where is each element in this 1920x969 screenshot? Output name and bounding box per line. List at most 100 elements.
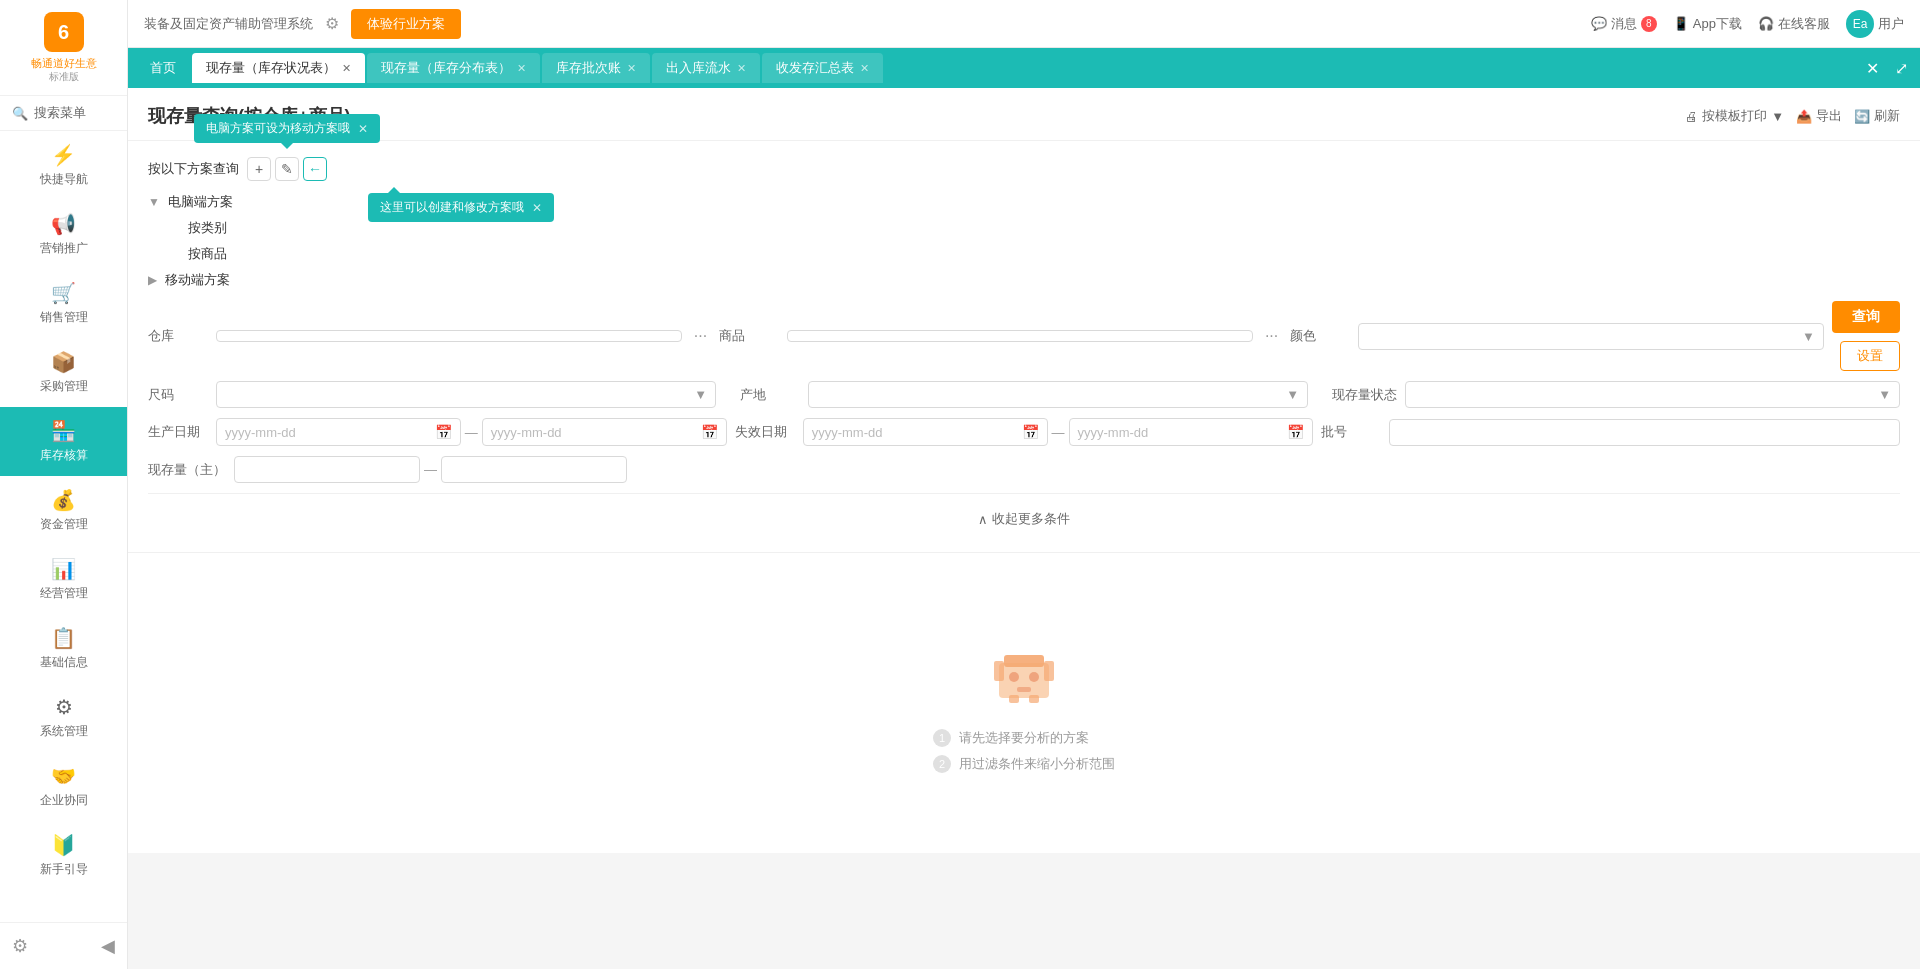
scheme-name-category[interactable]: 按类别 (188, 219, 268, 237)
marketing-icon: 📢 (51, 212, 76, 236)
collapse-row: ∧ 收起更多条件 (148, 493, 1900, 536)
add-scheme-btn[interactable]: + (247, 157, 271, 181)
tab-inout-flow[interactable]: 出入库流水 ✕ (652, 53, 760, 83)
tab-inventory-dist[interactable]: 现存量（库存分布表） ✕ (367, 53, 540, 83)
sidebar-item-purchase[interactable]: 📦 采购管理 (0, 338, 127, 407)
color-select[interactable]: ▼ (1358, 323, 1824, 350)
support-action[interactable]: 🎧 在线客服 (1758, 15, 1830, 33)
warehouse-dots[interactable]: ··· (690, 327, 711, 345)
page-inner: 现存量查询(按仓库+商品) 🖨 按模板打印 ▼ 📤 导出 🔄 刷新 (128, 88, 1920, 853)
sidebar-item-basic[interactable]: 📋 基础信息 (0, 614, 127, 683)
trial-btn[interactable]: 体验行业方案 (351, 9, 461, 39)
app-download-action[interactable]: 📱 App下载 (1673, 15, 1742, 33)
filter-stock-status: 现存量状态 ▼ (1332, 381, 1900, 408)
sidebar-item-system[interactable]: ⚙ 系统管理 (0, 683, 127, 752)
header-right: 💬 消息 8 📱 App下载 🎧 在线客服 Ea 用户 (1591, 10, 1904, 38)
close-all-tabs-icon[interactable]: ✕ (1862, 55, 1883, 82)
sidebar-search[interactable]: 🔍 搜索菜单 (0, 96, 127, 131)
batch-label: 批号 (1321, 423, 1381, 441)
filter-header: 按以下方案查询 + ✎ 电脑方案可设为移动方案哦 ✕ (148, 157, 1900, 181)
warehouse-label: 仓库 (148, 327, 208, 345)
maximize-icon[interactable]: ⤢ (1891, 55, 1912, 82)
empty-hint-2: 2 用过滤条件来缩小分析范围 (933, 755, 1115, 773)
goods-dots[interactable]: ··· (1261, 327, 1282, 345)
sidebar-item-enterprise[interactable]: 🤝 企业协同 (0, 752, 127, 821)
mobile-scheme-label[interactable]: 移动端方案 (165, 271, 245, 289)
svg-rect-2 (994, 661, 1004, 681)
empty-illustration (984, 633, 1064, 713)
sidebar-item-finance[interactable]: 💰 资金管理 (0, 476, 127, 545)
search-button[interactable]: 查询 (1832, 301, 1900, 333)
mobile-scheme-collapse-icon[interactable]: ▶ (148, 273, 157, 287)
tab-receipt-summary[interactable]: 收发存汇总表 ✕ (762, 53, 883, 83)
tab-bar: 首页 现存量（库存状况表） ✕ 现存量（库存分布表） ✕ 库存批次账 ✕ 出入库… (128, 48, 1920, 88)
tab-close-batch-account[interactable]: ✕ (627, 62, 636, 75)
finance-icon: 💰 (51, 488, 76, 512)
calendar-icon-exp-end: 📅 (1287, 424, 1304, 440)
desktop-scheme-label[interactable]: 电脑端方案 (168, 193, 248, 211)
svg-rect-8 (1029, 695, 1039, 703)
hint-num-1: 1 (933, 729, 951, 747)
refresh-btn[interactable]: 🔄 刷新 (1854, 107, 1900, 125)
expiry-date-start[interactable]: yyyy-mm-dd 📅 (803, 418, 1048, 446)
headset-icon: 🎧 (1758, 16, 1774, 31)
sidebar-item-guide[interactable]: 🔰 新手引导 (0, 821, 127, 890)
tab-close-inventory-dist[interactable]: ✕ (517, 62, 526, 75)
size-select[interactable]: ▼ (216, 381, 716, 408)
sidebar-item-inventory[interactable]: 🏪 库存核算 (0, 407, 127, 476)
svg-rect-1 (1004, 655, 1044, 667)
sidebar-item-marketing[interactable]: 📢 营销推广 (0, 200, 127, 269)
empty-hint-1: 1 请先选择要分析的方案 (933, 729, 1115, 747)
sidebar-item-sales[interactable]: 🛒 销售管理 (0, 269, 127, 338)
production-date-start[interactable]: yyyy-mm-dd 📅 (216, 418, 461, 446)
scheme-name-goods[interactable]: 按商品 (188, 245, 268, 263)
production-date-end[interactable]: yyyy-mm-dd 📅 (482, 418, 727, 446)
print-btn[interactable]: 🖨 按模板打印 ▼ (1685, 107, 1784, 125)
tooltip-close-create[interactable]: ✕ (532, 201, 542, 215)
filter-label: 按以下方案查询 (148, 160, 239, 178)
warehouse-select[interactable] (216, 330, 682, 342)
stock-qty-start[interactable] (234, 456, 420, 483)
message-action[interactable]: 💬 消息 8 (1591, 15, 1657, 33)
stock-status-select[interactable]: ▼ (1405, 381, 1900, 408)
tab-close-inventory-status[interactable]: ✕ (342, 62, 351, 75)
settings-icon[interactable]: ⚙ (12, 935, 28, 957)
tab-inventory-status[interactable]: 现存量（库存状况表） ✕ (192, 53, 365, 83)
tooltip-close-scheme[interactable]: ✕ (358, 122, 368, 136)
desktop-scheme-collapse-icon[interactable]: ▼ (148, 195, 160, 209)
sidebar-item-quick-nav[interactable]: ⚡ 快捷导航 (0, 131, 127, 200)
sidebar-item-operation[interactable]: 📊 经营管理 (0, 545, 127, 614)
set-button[interactable]: 设置 (1840, 341, 1900, 371)
tab-close-receipt-summary[interactable]: ✕ (860, 62, 869, 75)
collapse-btn[interactable]: ∧ 收起更多条件 (148, 502, 1900, 536)
basic-icon: 📋 (51, 626, 76, 650)
tabs-right: ✕ ⤢ (1862, 55, 1912, 82)
size-dropdown-icon: ▼ (694, 387, 707, 402)
gear-icon[interactable]: ⚙ (325, 14, 339, 33)
color-dropdown-icon: ▼ (1802, 329, 1815, 344)
tab-batch-account[interactable]: 库存批次账 ✕ (542, 53, 650, 83)
tab-home[interactable]: 首页 (136, 53, 190, 83)
stock-qty-end[interactable] (441, 456, 627, 483)
logo-icon: 6 (44, 12, 84, 52)
batch-input[interactable] (1389, 419, 1900, 446)
collapse-sidebar-icon[interactable]: ◀ (101, 935, 115, 957)
operation-icon: 📊 (51, 557, 76, 581)
production-date-label: 生产日期 (148, 423, 208, 441)
filter-production-date: 生产日期 yyyy-mm-dd 📅 — yyyy-mm-dd 📅 (148, 418, 727, 446)
back-btn[interactable]: ← (303, 157, 327, 181)
collapse-up-icon: ∧ (978, 512, 988, 527)
sidebar-logo: 6 畅通道好生意 标准版 (0, 0, 127, 96)
expiry-date-end[interactable]: yyyy-mm-dd 📅 (1069, 418, 1314, 446)
origin-select[interactable]: ▼ (808, 381, 1308, 408)
filter-row-4: 现存量（主） — (148, 456, 1900, 483)
app-header: 装备及固定资产辅助管理系统 ⚙ 体验行业方案 💬 消息 8 📱 App下载 🎧 … (128, 0, 1920, 48)
edit-scheme-btn[interactable]: ✎ 电脑方案可设为移动方案哦 ✕ (275, 157, 299, 181)
desktop-scheme-items: 按类别 按商品 (148, 219, 1900, 263)
tab-close-inout-flow[interactable]: ✕ (737, 62, 746, 75)
goods-select[interactable] (787, 330, 1253, 342)
avatar: Ea (1846, 10, 1874, 38)
export-btn[interactable]: 📤 导出 (1796, 107, 1842, 125)
user-action[interactable]: Ea 用户 (1846, 10, 1904, 38)
edit-icon: ✎ (281, 161, 293, 177)
